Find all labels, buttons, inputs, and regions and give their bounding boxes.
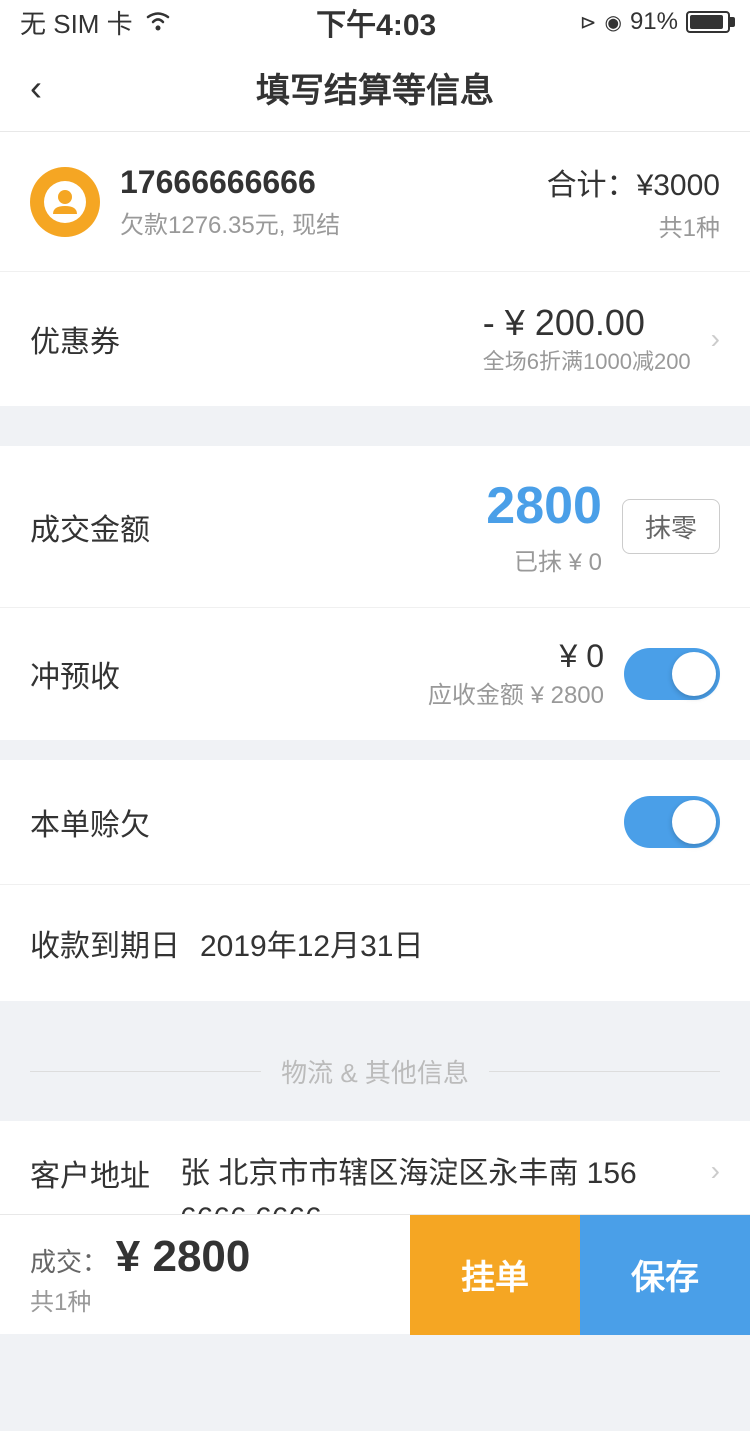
customer-total: 合计：¥3000 共1种 [547,160,720,243]
bottom-summary-top: 成交： ¥ 2800 [30,1232,380,1282]
divider-1 [0,426,750,446]
due-date-value: 2019年12月31日 [200,921,423,965]
status-left: 无 SIM 卡 [20,4,173,41]
coupon-label: 优惠券 [30,317,120,361]
status-bar: 无 SIM 卡 下午4:03 ⊳ ◉ 91% [0,0,750,44]
coupon-desc: 全场6折满1000减200 [483,344,691,376]
bottom-summary-count: 共1种 [30,1282,380,1317]
debt-label: 本单赊欠 [30,800,624,844]
total-label: 合计： [547,169,637,202]
debt-row: 本单赊欠 [0,760,750,885]
pre-receipt-right: ¥ 0 应收金额 ¥ 2800 [428,638,720,710]
battery-percent: 91% [630,8,678,36]
avatar-icon [44,181,86,223]
amount-section: 成交金额 2800 已抹 ¥ 0 抹零 冲预收 ¥ 0 应收金额 ¥ 2800 [0,446,750,740]
debt-toggle-knob [672,800,716,844]
hold-button[interactable]: 挂单 [410,1215,580,1335]
pre-receipt-sub: 应收金额 ¥ 2800 [428,675,604,710]
customer-row: 17666666666 欠款1276.35元, 现结 合计：¥3000 共1种 [0,132,750,271]
logistics-divider: 物流 & 其他信息 [0,1041,750,1101]
back-button[interactable]: ‹ [30,67,42,109]
amount-sub: 已抹 ¥ 0 [486,542,602,577]
chevron-right-icon: › [711,323,720,355]
amount-label: 成交金额 [30,505,486,549]
bottom-bar: 成交： ¥ 2800 共1种 挂单 保存 [0,1214,750,1334]
save-button[interactable]: 保存 [580,1215,750,1335]
pre-receipt-amount: ¥ 0 应收金额 ¥ 2800 [428,638,604,710]
amount-value: 2800 [486,476,602,536]
toggle-knob [672,652,716,696]
location-icon: ⊳ [580,10,597,35]
amount-right: 2800 已抹 ¥ 0 抹零 [486,476,720,577]
nav-bar: ‹ 填写结算等信息 [0,44,750,132]
coupon-amount: - ¥ 200.00 [483,302,701,344]
debt-section: 本单赊欠 收款到期日 2019年12月31日 [0,760,750,1001]
wifi-icon [143,7,173,38]
logistics-label: 物流 & 其他信息 [261,1053,489,1090]
bottom-summary-label: 成交： [30,1247,108,1277]
customer-info: 17666666666 欠款1276.35元, 现结 [120,164,547,240]
status-time: 下午4:03 [316,0,436,44]
total-amount: 合计：¥3000 [547,160,720,204]
bottom-summary: 成交： ¥ 2800 共1种 [0,1232,410,1317]
bottom-summary-amount: ¥ 2800 [116,1232,251,1281]
avatar [30,167,100,237]
coupon-row[interactable]: 优惠券 - ¥ 200.00 全场6折满1000减200 › [0,271,750,406]
total-value: ¥3000 [637,169,720,202]
coupon-right: - ¥ 200.00 全场6折满1000减200 › [483,302,720,376]
total-count: 共1种 [547,208,720,243]
address-label: 客户地址 [30,1151,150,1195]
amount-row: 成交金额 2800 已抹 ¥ 0 抹零 [0,446,750,608]
round-btn[interactable]: 抹零 [622,499,720,554]
pre-receipt-label: 冲预收 [30,652,428,696]
pre-receipt-value: ¥ 0 [428,638,604,675]
battery-icon [686,11,730,33]
address-chevron-icon: › [711,1155,720,1187]
customer-phone: 17666666666 [120,164,547,201]
alarm-icon: ◉ [604,10,621,35]
pre-receipt-toggle[interactable] [624,648,720,700]
pre-receipt-row: 冲预收 ¥ 0 应收金额 ¥ 2800 [0,608,750,740]
customer-debt: 欠款1276.35元, 现结 [120,205,547,240]
divider-3 [0,1021,750,1041]
status-right: ⊳ ◉ 91% [580,8,730,36]
sim-label: 无 SIM 卡 [20,4,133,41]
due-date-label: 收款到期日 [30,921,180,965]
due-date-row: 收款到期日 2019年12月31日 [0,885,750,1001]
divider-2 [0,740,750,760]
debt-toggle[interactable] [624,796,720,848]
divider-4 [0,1101,750,1121]
page-title: 填写结算等信息 [256,63,494,112]
customer-section: 17666666666 欠款1276.35元, 现结 合计：¥3000 共1种 … [0,132,750,406]
